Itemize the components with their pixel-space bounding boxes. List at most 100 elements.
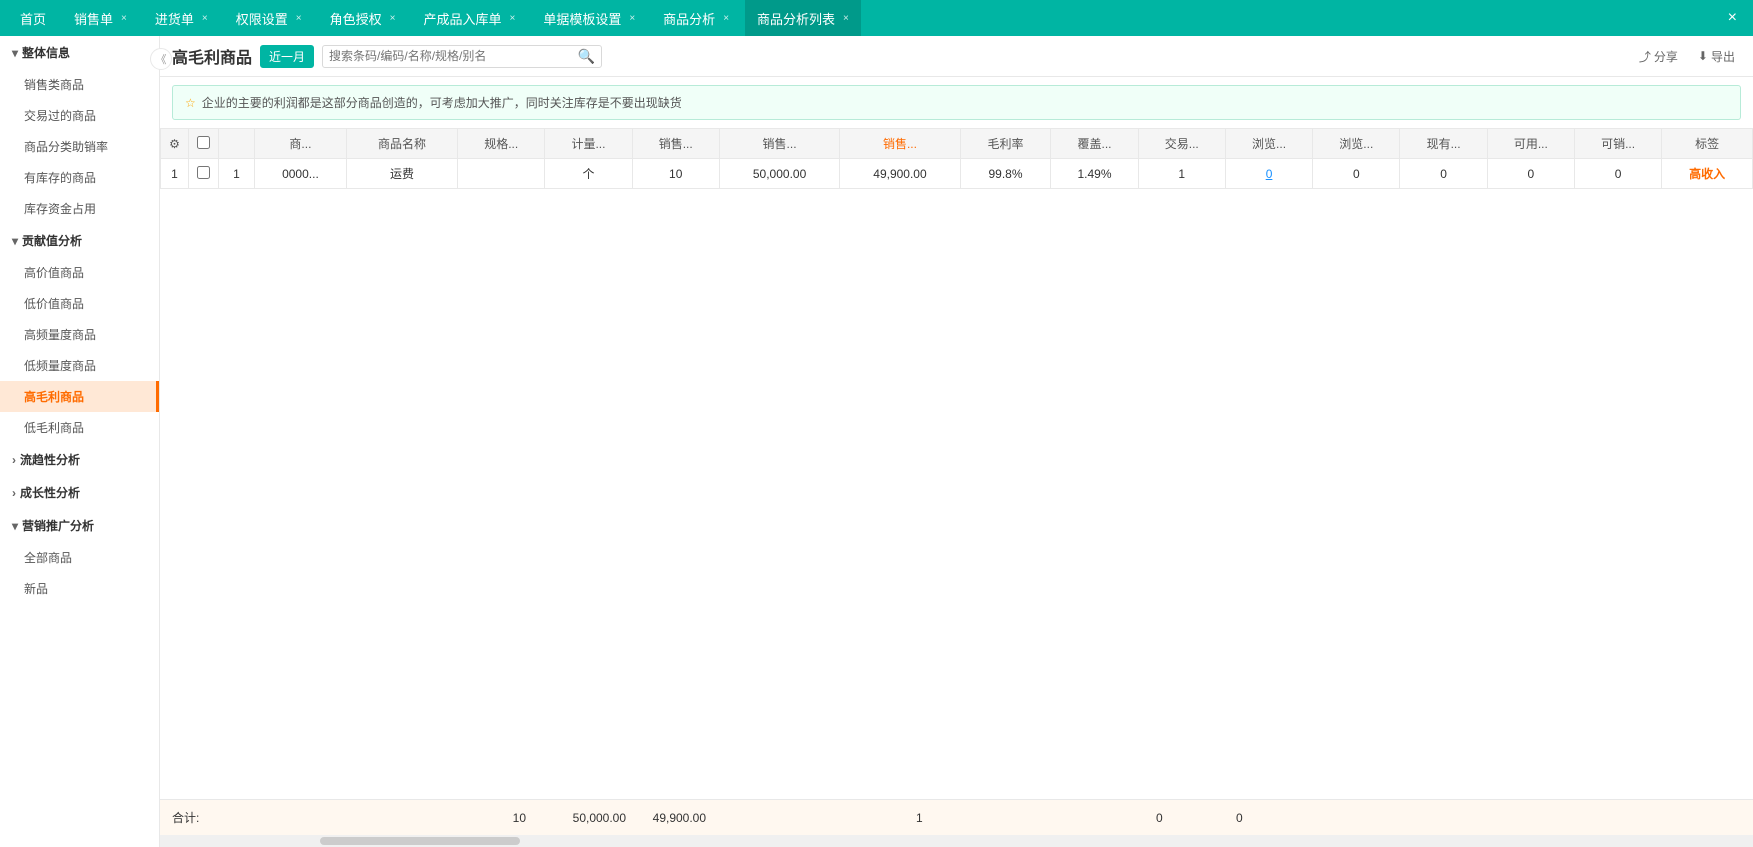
- col-sales-profit[interactable]: 销售...: [840, 129, 960, 159]
- col-saleable[interactable]: 可销...: [1574, 129, 1661, 159]
- sidebar-group-overall[interactable]: ▾ 整体信息: [0, 36, 159, 69]
- close-analysis-tab[interactable]: ×: [723, 13, 729, 24]
- cell-index: 1: [219, 159, 255, 189]
- search-input[interactable]: [329, 49, 574, 63]
- col-sales-amount[interactable]: 销售...: [719, 129, 839, 159]
- col-margin-rate[interactable]: 毛利率: [960, 129, 1051, 159]
- nav-tab-template[interactable]: 单据模板设置 ×: [531, 0, 647, 36]
- col-check: [189, 129, 219, 159]
- footer-label: 合计:: [172, 809, 199, 826]
- col-unit[interactable]: 计量...: [545, 129, 632, 159]
- sidebar-group-value[interactable]: ▾ 贡献值分析: [0, 224, 159, 257]
- sidebar-item-all-products[interactable]: 全部商品: [0, 542, 159, 573]
- col-code[interactable]: 商...: [255, 129, 347, 159]
- cell-available2: 0: [1487, 159, 1574, 189]
- cell-sales-amount: 50,000.00: [719, 159, 839, 189]
- sidebar-item-contribution[interactable]: 商品分类助销率: [0, 131, 159, 162]
- sidebar-item-high-margin[interactable]: 高毛利商品: [0, 381, 159, 412]
- sidebar-item-traded[interactable]: 交易过的商品: [0, 100, 159, 131]
- sidebar-item-inventory-ratio[interactable]: 库存资金占用: [0, 193, 159, 224]
- info-icon: ☆: [185, 96, 196, 110]
- nav-tab-sales[interactable]: 销售单 ×: [62, 0, 139, 36]
- filter-month-button[interactable]: 近一月: [260, 45, 314, 68]
- sidebar-group-trend[interactable]: › 流趋性分析: [0, 443, 159, 476]
- cell-browse2: 0: [1313, 159, 1400, 189]
- nav-tab-purchase[interactable]: 进货单 ×: [143, 0, 220, 36]
- sidebar-item-low-value[interactable]: 低价值商品: [0, 288, 159, 319]
- cell-available1: 0: [1400, 159, 1487, 189]
- window-close-button[interactable]: ×: [1720, 9, 1745, 27]
- nav-tab-permissions[interactable]: 权限设置 ×: [224, 0, 314, 36]
- share-button[interactable]: ⤴ 分享: [1633, 46, 1684, 67]
- col-browse1[interactable]: 浏览...: [1225, 129, 1312, 159]
- top-nav: 首页 销售单 × 进货单 × 权限设置 × 角色授权 × 产成品入库单 × 单据…: [0, 0, 1753, 36]
- footer-transaction: 1: [879, 811, 959, 825]
- close-permissions-tab[interactable]: ×: [296, 13, 302, 24]
- collapse-sidebar-button[interactable]: 《: [150, 48, 172, 70]
- close-roles-tab[interactable]: ×: [390, 13, 396, 24]
- sidebar-item-low-margin[interactable]: 低毛利商品: [0, 412, 159, 443]
- footer-values: 10 50,000.00 49,900.00 1 0 0: [219, 811, 1279, 825]
- select-all-checkbox[interactable]: [197, 136, 210, 149]
- cell-margin-rate: 99.8%: [960, 159, 1051, 189]
- cell-sales-qty: 10: [632, 159, 719, 189]
- search-icon[interactable]: 🔍: [578, 48, 595, 65]
- export-button[interactable]: ⬇ 导出: [1692, 46, 1741, 67]
- footer-sales-amount: 50,000.00: [559, 811, 639, 825]
- col-sales-qty[interactable]: 销售...: [632, 129, 719, 159]
- header-actions: ⤴ 分享 ⬇ 导出: [1633, 46, 1741, 67]
- col-available2[interactable]: 可用...: [1487, 129, 1574, 159]
- table-header-row: ⚙ 商... 商品名称 规格...: [161, 129, 1753, 159]
- horizontal-scrollbar[interactable]: [160, 835, 1753, 847]
- col-browse2[interactable]: 浏览...: [1313, 129, 1400, 159]
- sidebar-item-sales-ranking[interactable]: 销售类商品: [0, 69, 159, 100]
- search-box: 🔍: [322, 45, 602, 68]
- sidebar-group-growth[interactable]: › 成长性分析: [0, 476, 159, 509]
- close-products-tab[interactable]: ×: [509, 13, 515, 24]
- sidebar: ▾ 整体信息 销售类商品 交易过的商品 商品分类助销率 有库存的商品 库存资金占…: [0, 36, 160, 847]
- sidebar-item-in-stock[interactable]: 有库存的商品: [0, 162, 159, 193]
- col-settings[interactable]: ⚙: [161, 129, 189, 159]
- export-icon: ⬇: [1698, 49, 1708, 63]
- sidebar-item-new-products[interactable]: 新品: [0, 573, 159, 604]
- nav-tab-analysis-list[interactable]: 商品分析列表 ×: [745, 0, 861, 36]
- row-checkbox[interactable]: [197, 166, 210, 179]
- close-analysis-list-tab[interactable]: ×: [843, 13, 849, 24]
- close-template-tab[interactable]: ×: [629, 13, 635, 24]
- col-spec[interactable]: 规格...: [458, 129, 545, 159]
- arrow-overall: ▾: [12, 46, 18, 60]
- col-available1[interactable]: 现有...: [1400, 129, 1487, 159]
- arrow-value: ▾: [12, 234, 18, 248]
- table-row[interactable]: 1 1 0000... 运费 个 10 50,000.00 49,900.00 …: [161, 159, 1753, 189]
- sidebar-item-high-freq[interactable]: 高频量度商品: [0, 319, 159, 350]
- close-purchase-tab[interactable]: ×: [202, 13, 208, 24]
- sidebar-item-high-value[interactable]: 高价值商品: [0, 257, 159, 288]
- col-name[interactable]: 商品名称: [346, 129, 457, 159]
- col-num: [219, 129, 255, 159]
- cell-check[interactable]: [189, 159, 219, 189]
- page-title: 高毛利商品: [172, 44, 252, 68]
- cell-saleable: 0: [1574, 159, 1661, 189]
- cell-unit: 个: [545, 159, 632, 189]
- cell-name: 运费: [346, 159, 457, 189]
- arrow-marketing: ▾: [12, 519, 18, 533]
- footer-summary: 合计: 10 50,000.00 49,900.00 1 0 0: [160, 799, 1753, 835]
- cell-transaction: 1: [1138, 159, 1225, 189]
- scrollbar-thumb[interactable]: [320, 837, 520, 845]
- sidebar-item-low-freq[interactable]: 低频量度商品: [0, 350, 159, 381]
- nav-tab-products[interactable]: 产成品入库单 ×: [411, 0, 527, 36]
- col-coverage[interactable]: 覆盖...: [1051, 129, 1138, 159]
- nav-tab-roles[interactable]: 角色授权 ×: [318, 0, 408, 36]
- nav-tab-analysis[interactable]: 商品分析 ×: [651, 0, 741, 36]
- footer-sales-profit: 49,900.00: [639, 811, 719, 825]
- footer-available2: 0: [1199, 811, 1279, 825]
- data-table-wrapper[interactable]: ⚙ 商... 商品名称 规格...: [160, 128, 1753, 799]
- arrow-growth: ›: [12, 486, 16, 500]
- content-area: 高毛利商品 近一月 🔍 ⤴ 分享 ⬇ 导出 ☆ 企业的主要的利润都是这部分商品创…: [160, 36, 1753, 847]
- cell-browse1[interactable]: 0: [1225, 159, 1312, 189]
- close-sales-tab[interactable]: ×: [121, 13, 127, 24]
- col-transaction[interactable]: 交易...: [1138, 129, 1225, 159]
- cell-row-num: 1: [161, 159, 189, 189]
- sidebar-group-marketing[interactable]: ▾ 营销推广分析: [0, 509, 159, 542]
- nav-tab-home[interactable]: 首页: [8, 0, 58, 36]
